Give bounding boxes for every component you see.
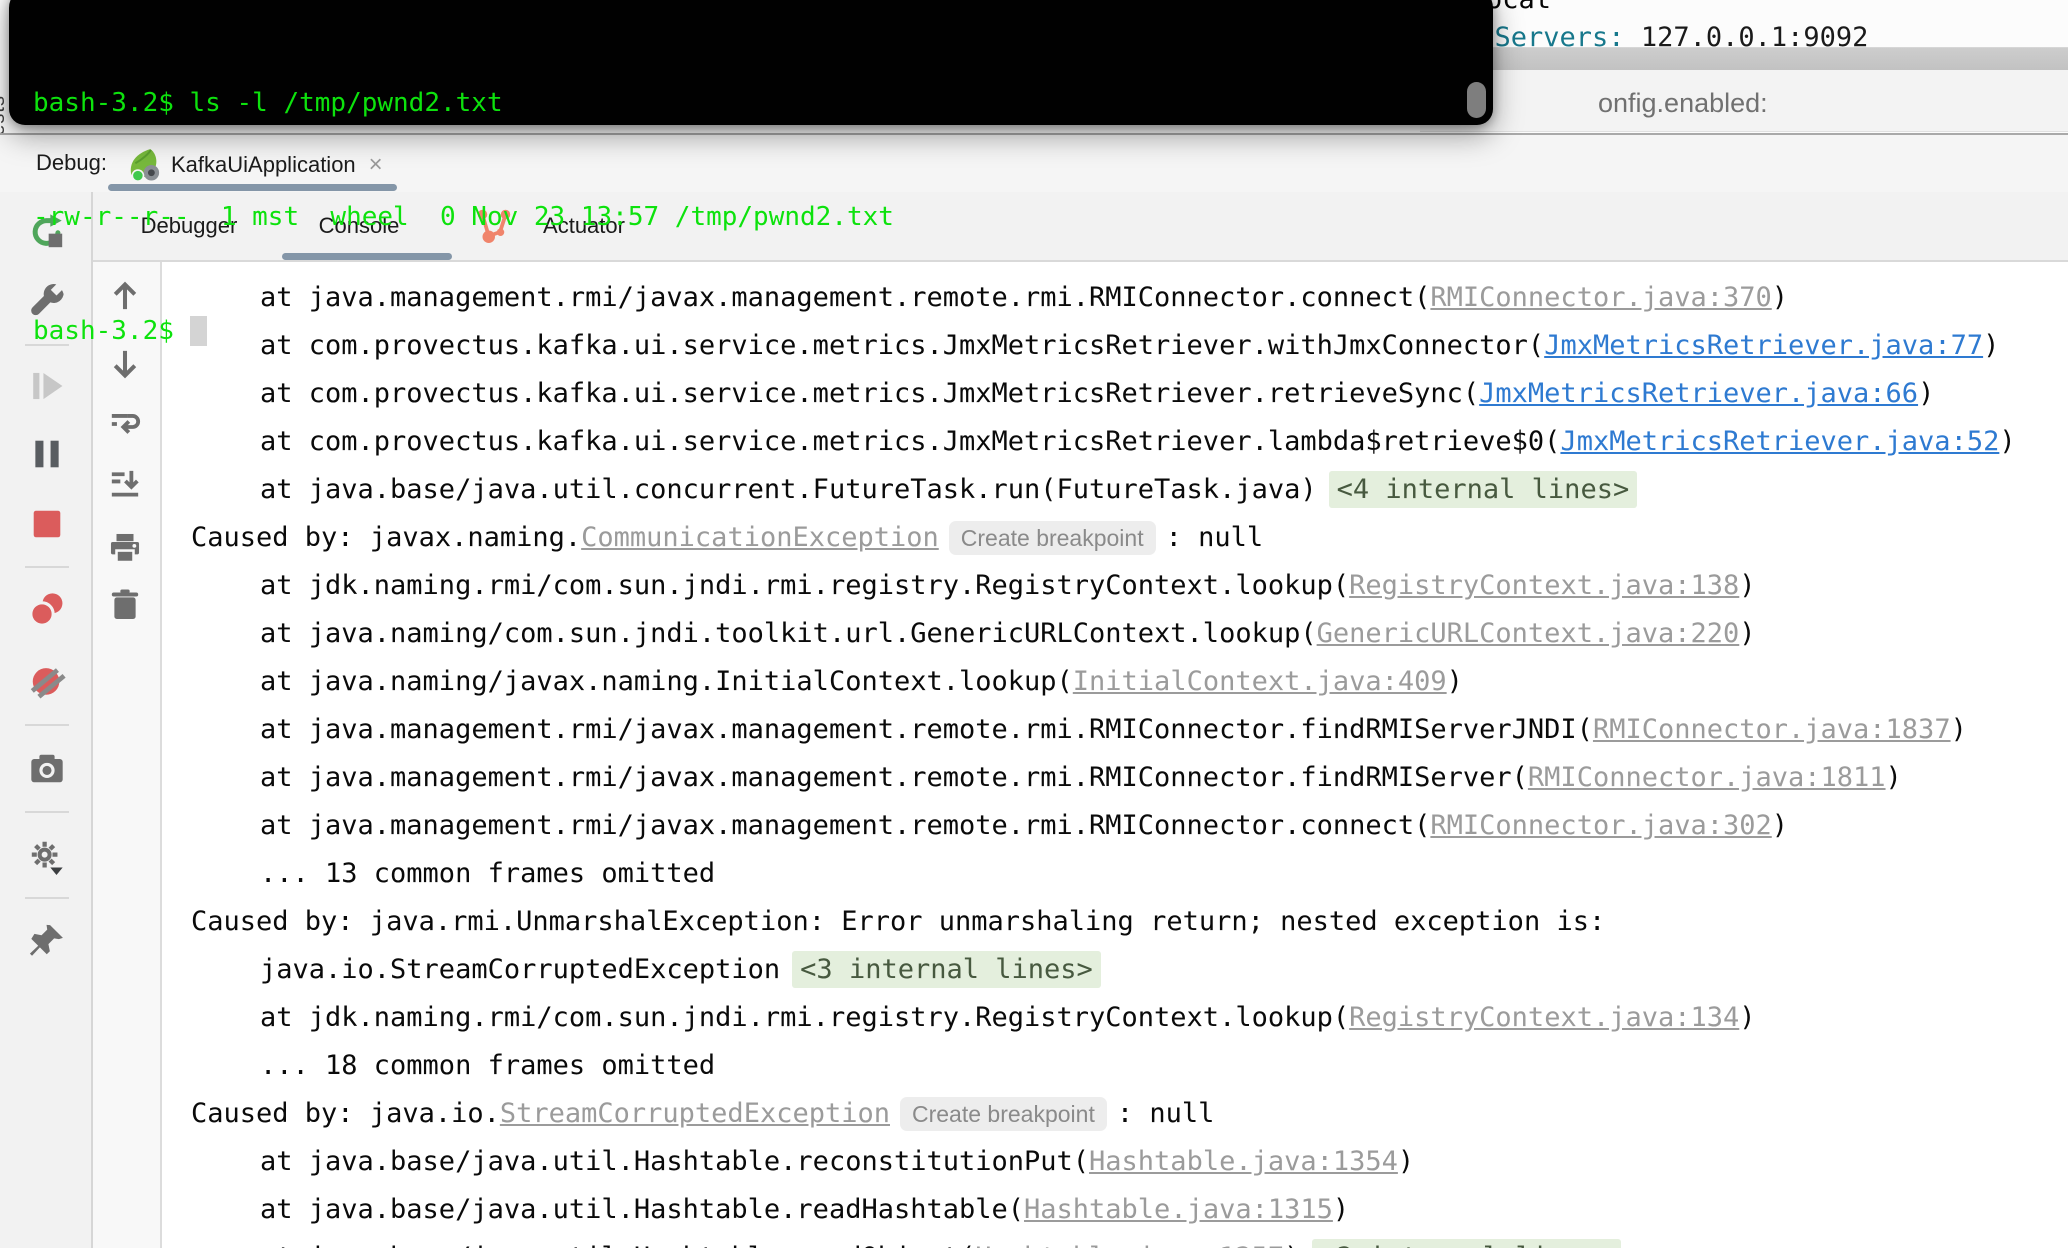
stack-text: at com.provectus.kafka.ui.service.metric…	[260, 426, 1561, 457]
stack-text: at jdk.naming.rmi/com.sun.jndi.rmi.regis…	[260, 570, 1350, 601]
stack-text: )	[1446, 666, 1463, 697]
terminal-scrollbar[interactable]	[1467, 82, 1486, 118]
stack-trace-line: at java.management.rmi/javax.management.…	[162, 802, 2068, 850]
print-icon[interactable]	[108, 531, 142, 565]
mute-breakpoints-icon[interactable]	[28, 662, 66, 700]
stack-trace-line: at java.naming/com.sun.jndi.toolkit.url.…	[162, 610, 2068, 658]
stack-text: )	[1739, 570, 1756, 601]
internal-lines-chip[interactable]: <4 internal lines>	[1328, 471, 1638, 508]
stack-text: )	[1885, 762, 1902, 793]
internal-lines-chip[interactable]: <2 internal lines>	[1312, 1239, 1621, 1248]
stack-text: ... 18 common frames omitted	[260, 1050, 716, 1081]
stack-trace-line: ... 13 common frames omitted	[162, 850, 2068, 898]
stack-text: java.io.StreamCorruptedException	[260, 954, 781, 985]
pause-icon[interactable]	[28, 435, 66, 473]
source-link[interactable]: RMIConnector.java:1811	[1528, 762, 1886, 793]
create-breakpoint-chip[interactable]: Create breakpoint	[900, 1097, 1107, 1131]
stack-text: at java.management.rmi/javax.management.…	[260, 810, 1431, 841]
stack-trace-line: Caused by: java.io.StreamCorruptedExcept…	[162, 1090, 2068, 1138]
ide-window: ocat apServers: 127.0.0.1:9092 onfig.ena…	[0, 0, 2068, 1248]
source-link[interactable]: RMIConnector.java:1837	[1593, 714, 1951, 745]
stack-text: )	[1332, 1194, 1350, 1225]
terminal-line: -rw-r--r-- 1 mst wheel 0 Nov 23 13:57 /t…	[33, 202, 894, 232]
stack-trace-line: +java.io.StreamCorruptedException<3 inte…	[162, 946, 2068, 994]
source-link[interactable]: RMIConnector.java:370	[1430, 282, 1771, 313]
stack-text: at java.management.rmi/javax.management.…	[260, 714, 1593, 745]
source-link[interactable]: InitialContext.java:409	[1073, 666, 1447, 697]
stack-text: at java.base/java.util.concurrent.Future…	[260, 474, 1317, 505]
thread-dump-icon[interactable]	[28, 750, 66, 788]
stack-text: )	[1397, 1146, 1415, 1177]
stack-text: )	[1918, 378, 1935, 409]
terminal-window[interactable]: bash-3.2$ ls -l /tmp/pwnd2.txt -rw-r--r-…	[9, 0, 1493, 346]
stack-trace-line: +at java.base/java.util.concurrent.Futur…	[162, 466, 2068, 514]
stack-trace-line: at java.base/java.util.Hashtable.readHas…	[162, 1186, 2068, 1234]
stack-text: Caused by: java.rmi.UnmarshalException: …	[191, 906, 1606, 937]
stack-text: at java.management.rmi/javax.management.…	[260, 762, 1528, 793]
strip-separator	[25, 566, 69, 568]
stack-trace-line: ... 18 common frames omitted	[162, 1042, 2068, 1090]
source-link[interactable]: Hashtable.java:1257	[975, 1242, 1284, 1248]
scroll-to-end-icon[interactable]	[108, 467, 142, 501]
source-link[interactable]: RegistryContext.java:138	[1349, 570, 1739, 601]
editor-text-fragment: ocat	[1486, 0, 1551, 15]
stack-text: )	[1771, 810, 1789, 841]
settings-icon[interactable]	[28, 838, 66, 876]
stack-text: )	[1950, 714, 1967, 745]
stack-text: at java.base/java.util.Hashtable.reconst…	[260, 1146, 1090, 1177]
window-titlebar-fragment	[1420, 47, 2068, 71]
source-link[interactable]: JmxMetricsRetriever.java:52	[1560, 426, 1999, 457]
source-link[interactable]: CommunicationException	[581, 522, 939, 553]
terminal-prompt-line: bash-3.2$	[33, 312, 1453, 350]
stack-trace-line: Caused by: java.rmi.UnmarshalException: …	[162, 898, 2068, 946]
source-link[interactable]: Hashtable.java:1315	[1024, 1194, 1333, 1225]
source-link[interactable]: RMIConnector.java:302	[1430, 810, 1771, 841]
stack-trace-line: at java.base/java.util.Hashtable.readObj…	[162, 1234, 2068, 1248]
source-link[interactable]: JmxMetricsRetriever.java:77	[1544, 330, 1983, 361]
config-label-fragment: onfig.enabled:	[1598, 88, 1768, 118]
stack-text: at java.naming/com.sun.jndi.toolkit.url.…	[260, 618, 1317, 649]
stack-trace-line: at java.management.rmi/javax.management.…	[162, 754, 2068, 802]
stack-text: )	[1771, 282, 1789, 313]
stack-text: at java.base/java.util.Hashtable.readObj…	[260, 1242, 975, 1248]
source-link[interactable]: GenericURLContext.java:220	[1317, 618, 1740, 649]
internal-lines-chip[interactable]: <3 internal lines>	[792, 951, 1101, 988]
create-breakpoint-chip[interactable]: Create breakpoint	[948, 521, 1156, 555]
stack-text: ... 13 common frames omitted	[260, 858, 716, 889]
source-link[interactable]: RegistryContext.java:134	[1349, 1002, 1739, 1033]
stack-trace-line: Caused by: javax.naming.CommunicationExc…	[162, 514, 2068, 562]
strip-separator	[25, 897, 69, 899]
stack-text: : null	[1165, 522, 1264, 553]
source-link[interactable]: JmxMetricsRetriever.java:66	[1479, 378, 1918, 409]
stack-text: at jdk.naming.rmi/com.sun.jndi.rmi.regis…	[260, 1002, 1350, 1033]
stack-text: )	[1983, 330, 2000, 361]
terminal-cursor	[189, 316, 207, 346]
stack-text: Caused by: javax.naming.	[191, 522, 582, 553]
stop-icon[interactable]	[28, 505, 66, 543]
stack-text: )	[1739, 618, 1756, 649]
view-breakpoints-icon[interactable]	[28, 590, 66, 628]
config-row-fragment: onfig.enabled:	[1420, 70, 2068, 132]
stack-trace-line: at java.management.rmi/javax.management.…	[162, 706, 2068, 754]
source-link[interactable]: StreamCorruptedException	[500, 1098, 890, 1129]
stack-trace-line: at jdk.naming.rmi/com.sun.jndi.rmi.regis…	[162, 562, 2068, 610]
stack-text: : null	[1116, 1098, 1215, 1129]
stack-text: )	[1739, 1002, 1756, 1033]
strip-separator	[25, 811, 69, 813]
source-link[interactable]: Hashtable.java:1354	[1089, 1146, 1398, 1177]
stack-text: at java.base/java.util.Hashtable.readHas…	[260, 1194, 1025, 1225]
stack-text: )	[1999, 426, 2016, 457]
stack-text: )	[1284, 1242, 1300, 1248]
pin-icon[interactable]	[28, 922, 66, 960]
stack-trace-line: at java.base/java.util.Hashtable.reconst…	[162, 1138, 2068, 1186]
stack-text: Caused by: java.io.	[191, 1098, 500, 1129]
stack-trace-line: at jdk.naming.rmi/com.sun.jndi.rmi.regis…	[162, 994, 2068, 1042]
stack-text: at java.naming/javax.naming.InitialConte…	[260, 666, 1073, 697]
clear-all-icon[interactable]	[108, 588, 142, 622]
terminal-line: bash-3.2$ ls -l /tmp/pwnd2.txt	[33, 88, 503, 118]
stack-trace-line: at java.naming/javax.naming.InitialConte…	[162, 658, 2068, 706]
strip-separator	[25, 724, 69, 726]
